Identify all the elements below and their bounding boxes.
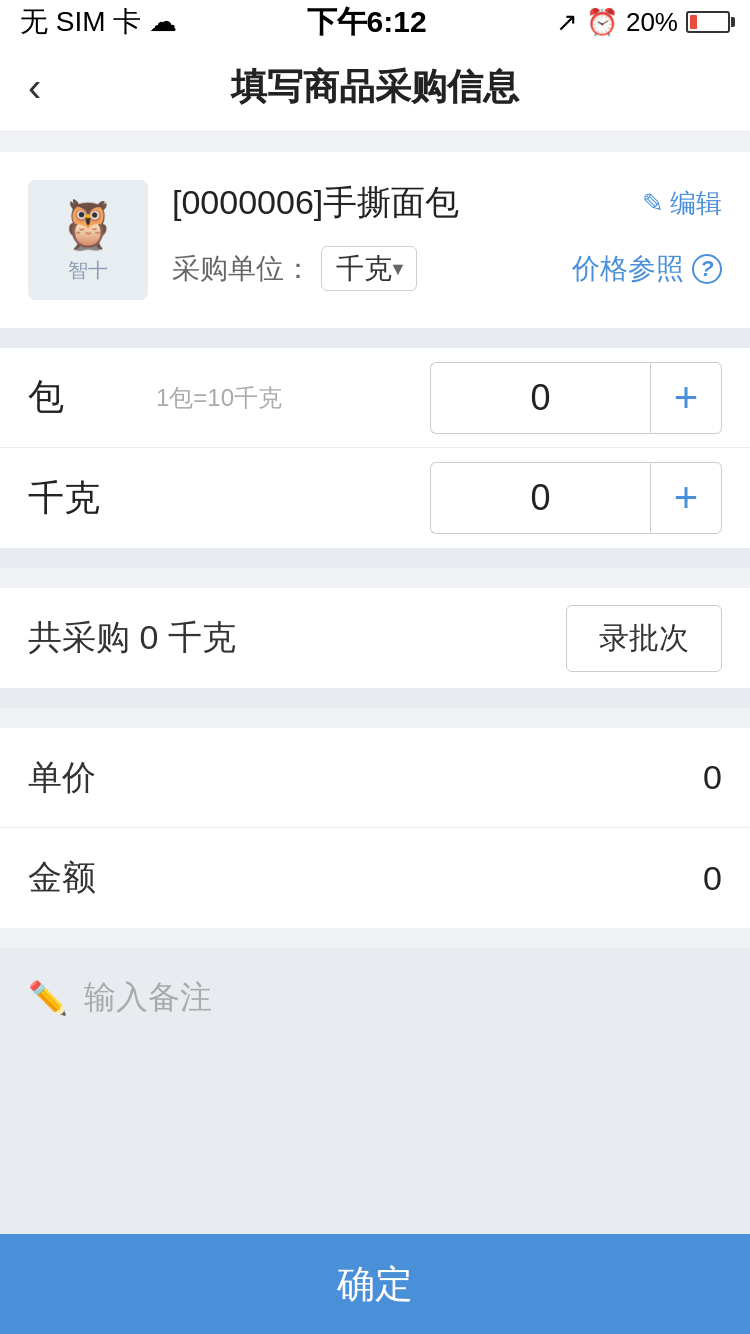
nav-bar: ‹ 填写商品采购信息 [0,44,750,132]
unit-row: 采购单位： 千克 价格参照 ? [172,246,722,291]
kg-plus-button[interactable]: + [650,462,722,534]
battery-icon [686,11,730,33]
total-text: 共采购 0 千克 [28,615,236,661]
total-unit: 千克 [168,618,236,656]
total-label: 共采购 [28,618,130,656]
bao-label: 包 [28,373,148,422]
unit-price-label: 单价 [28,755,96,801]
total-amount: 0 [139,618,167,656]
total-section: 共采购 0 千克 录批次 [0,588,750,688]
unit-price-value: 0 [703,758,722,797]
brand-text: 智十 [68,257,108,284]
kg-input-row: 千克 + [0,448,750,548]
price-ref-button[interactable]: 价格参照 ? [572,250,722,288]
divider-3 [0,688,750,708]
status-left: 无 SIM 卡 ☁ [20,3,177,41]
edit-button[interactable]: ✎ 编辑 [642,186,722,221]
unit-label: 采购单位： [172,253,312,284]
product-full-name: [0000006]手撕面包 [172,180,459,226]
product-card: 🦉 智十 [0000006]手撕面包 ✎ 编辑 采购单位： 千克 价格参照 ? [0,152,750,328]
input-section: 包 1包=10千克 + 千克 + [0,348,750,548]
pencil-icon: ✏️ [28,979,68,1017]
bao-sublabel: 1包=10千克 [156,382,282,414]
status-time: 下午6:12 [307,2,427,43]
kg-input-wrapper: + [430,462,722,534]
amount-value: 0 [703,859,722,898]
batch-button[interactable]: 录批次 [566,605,722,672]
bao-input-wrapper: + [430,362,722,434]
total-row: 共采购 0 千克 录批次 [0,588,750,688]
price-ref-icon: ? [692,254,722,284]
amount-row: 金额 0 [0,828,750,928]
status-bar: 无 SIM 卡 ☁ 下午6:12 ↗ ⏰ 20% [0,0,750,44]
remark-placeholder: 输入备注 [84,976,212,1020]
product-name-row: [0000006]手撕面包 ✎ 编辑 [172,180,722,226]
sim-label: 无 SIM 卡 ☁ [20,3,177,41]
page-title: 填写商品采购信息 [231,63,519,112]
unit-select[interactable]: 千克 [321,246,417,291]
kg-label: 千克 [28,474,148,523]
edit-label: 编辑 [670,186,722,221]
amount-label: 金额 [28,855,96,901]
unit-select-wrapper[interactable]: 千克 [321,246,417,291]
bao-input-row: 包 1包=10千克 + [0,348,750,448]
kg-input[interactable] [430,462,650,534]
product-owl-icon: 🦉 [58,197,118,253]
divider-1 [0,328,750,348]
bao-input[interactable] [430,362,650,434]
status-right: ↗ ⏰ 20% [556,7,730,38]
divider-2 [0,548,750,568]
bao-plus-button[interactable]: + [650,362,722,434]
unit-label-group: 采购单位： 千克 [172,246,417,291]
remark-section[interactable]: ✏️ 输入备注 [0,948,750,1048]
back-button[interactable]: ‹ [28,65,41,110]
price-section: 单价 0 金额 0 [0,728,750,928]
unit-price-row: 单价 0 [0,728,750,828]
edit-icon: ✎ [642,188,664,219]
alarm-icon: ⏰ [586,7,618,38]
product-info: [0000006]手撕面包 ✎ 编辑 采购单位： 千克 价格参照 ? [172,180,722,291]
battery-percent: 20% [626,7,678,38]
location-icon: ↗ [556,7,578,38]
price-ref-label: 价格参照 [572,250,684,288]
confirm-button[interactable]: 确定 [0,1234,750,1334]
product-image: 🦉 智十 [28,180,148,300]
